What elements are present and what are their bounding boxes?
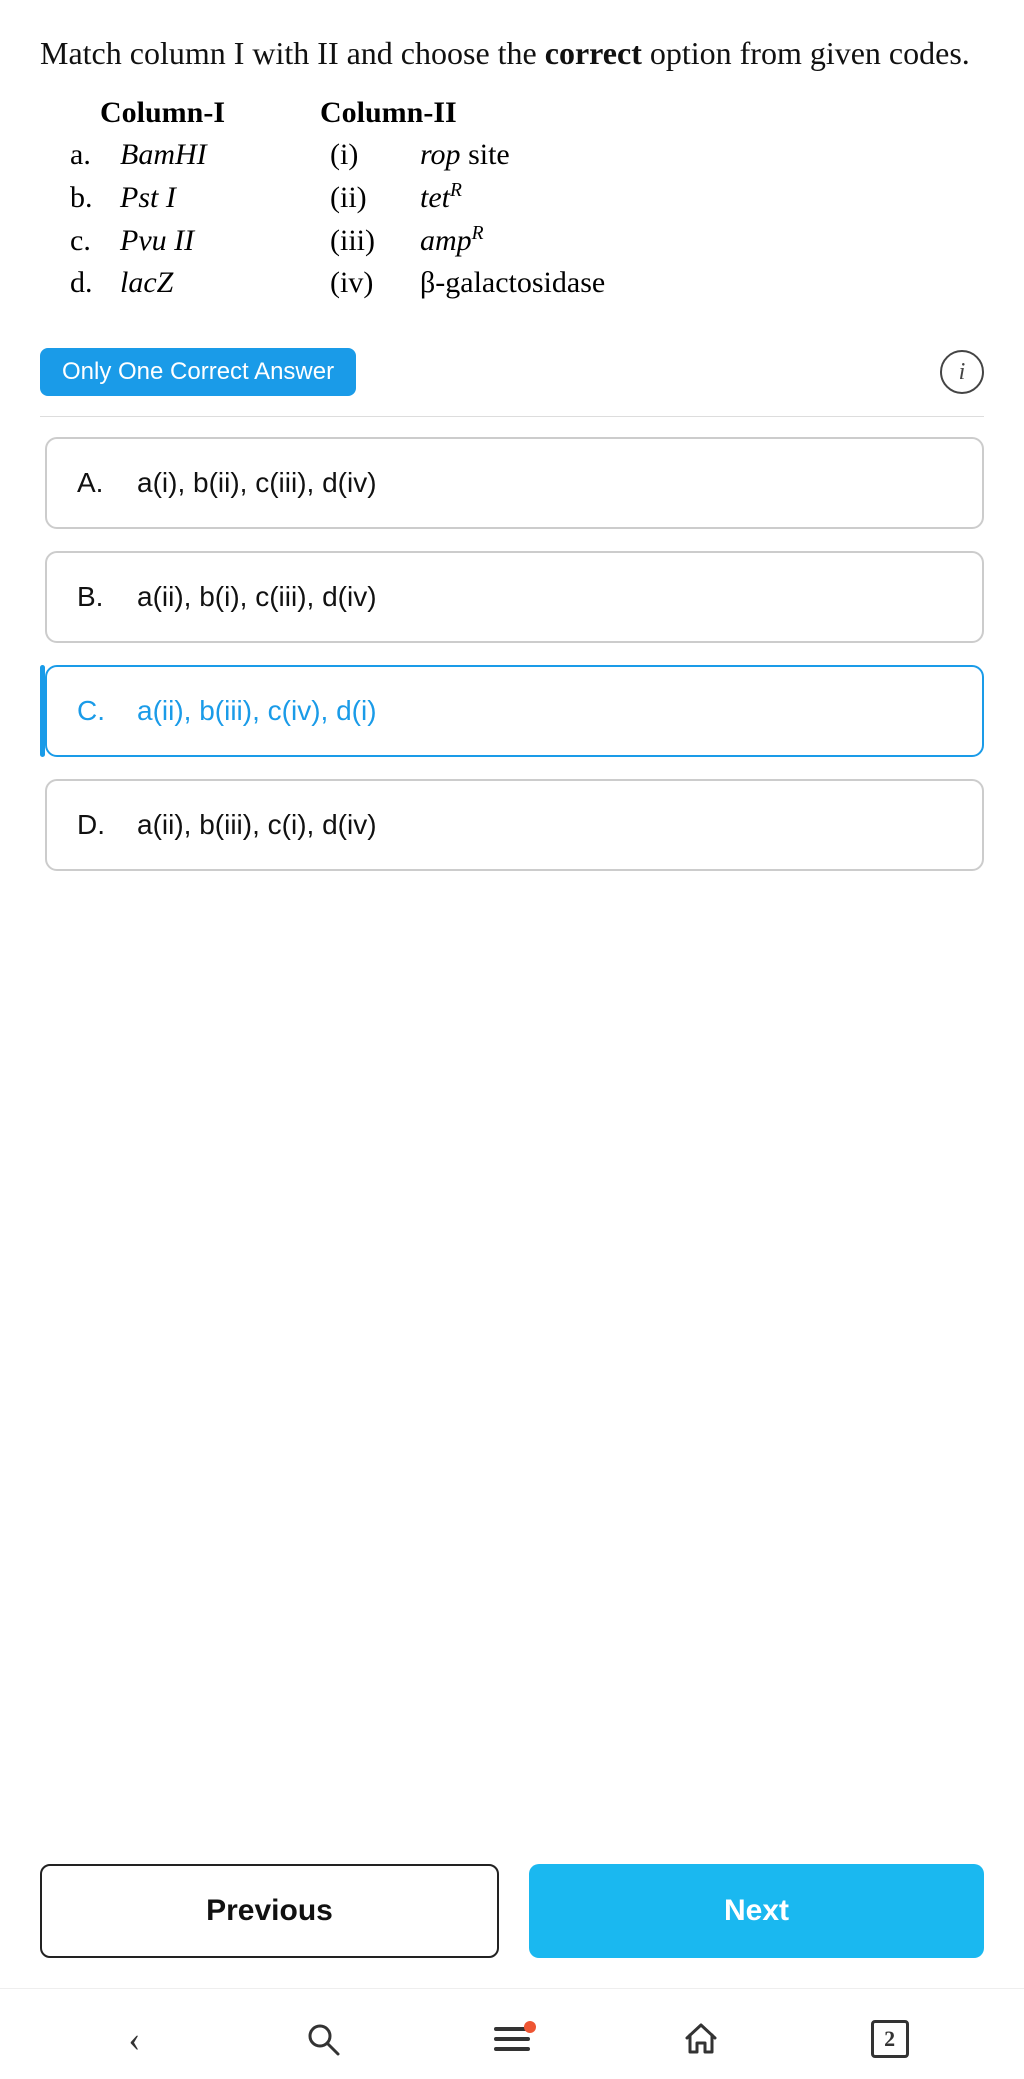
row-c-letter: c. [70, 224, 120, 258]
nav-back-item[interactable]: ‹ [104, 2009, 164, 2069]
column2-header: Column-II [320, 96, 457, 130]
section-divider [40, 416, 984, 417]
row-b: b. Pst I (ii) tetR [70, 180, 984, 215]
bottom-nav-bar: ‹ 2 [0, 1988, 1024, 2079]
option-a-wrapper: A. a(i), b(ii), c(iii), d(iv) [40, 437, 984, 529]
row-a: a. BamHI (i) rop site [70, 138, 984, 172]
column1-header: Column-I [100, 96, 320, 130]
row-a-col2-val: rop site [420, 138, 510, 172]
option-b-wrapper: B. a(ii), b(i), c(iii), d(iv) [40, 551, 984, 643]
next-button[interactable]: Next [529, 1864, 984, 1958]
nav-section: Previous Next [0, 1834, 1024, 1988]
row-c-col2-val: ampR [420, 223, 484, 258]
row-c: c. Pvu II (iii) ampR [70, 223, 984, 258]
option-c-wrapper: C. a(ii), b(iii), c(iv), d(i) [40, 665, 984, 757]
home-icon [682, 2020, 720, 2058]
row-b-col2-num: (ii) [330, 181, 420, 215]
row-c-col2-num: (iii) [330, 224, 420, 258]
bold-correct: correct [545, 35, 642, 71]
nav-home-item[interactable] [671, 2009, 731, 2069]
option-a-label: A. [77, 467, 117, 499]
menu-line-3 [494, 2047, 530, 2051]
option-d-text: a(ii), b(iii), c(i), d(iv) [137, 809, 377, 841]
option-d-wrapper: D. a(ii), b(iii), c(i), d(iv) [40, 779, 984, 871]
row-c-col1: Pvu II [120, 224, 330, 258]
nav-search-item[interactable] [293, 2009, 353, 2069]
option-c-label: C. [77, 695, 117, 727]
row-b-col2-val: tetR [420, 180, 462, 215]
columns-headers-row: Column-I Column-II [100, 96, 984, 130]
row-b-col1: Pst I [120, 181, 330, 215]
badge-row: Only One Correct Answer i [0, 328, 1024, 406]
option-d-label: D. [77, 809, 117, 841]
search-icon [305, 2021, 341, 2057]
option-c[interactable]: C. a(ii), b(iii), c(iv), d(i) [45, 665, 984, 757]
option-d[interactable]: D. a(ii), b(iii), c(i), d(iv) [45, 779, 984, 871]
question-section: Match column I with II and choose the co… [0, 0, 1024, 328]
option-a-text: a(i), b(ii), c(iii), d(iv) [137, 467, 377, 499]
option-b-text: a(ii), b(i), c(iii), d(iv) [137, 581, 377, 613]
nav-box-item[interactable]: 2 [860, 2009, 920, 2069]
previous-button[interactable]: Previous [40, 1864, 499, 1958]
row-b-letter: b. [70, 181, 120, 215]
row-a-letter: a. [70, 138, 120, 172]
row-d-col2-val: β-galactosidase [420, 266, 605, 300]
menu-dot [524, 2021, 536, 2033]
row-d-col1: lacZ [120, 266, 330, 300]
menu-line-2 [494, 2037, 530, 2041]
nav-menu-item[interactable] [482, 2009, 542, 2069]
option-b-label: B. [77, 581, 117, 613]
row-a-col1: BamHI [120, 138, 330, 172]
info-icon[interactable]: i [940, 350, 984, 394]
box-number: 2 [884, 2026, 895, 2052]
row-d-col2-num: (iv) [330, 266, 420, 300]
row-a-col2-num: (i) [330, 138, 420, 172]
option-a[interactable]: A. a(i), b(ii), c(iii), d(iv) [45, 437, 984, 529]
menu-icon [494, 2027, 530, 2051]
option-b[interactable]: B. a(ii), b(i), c(iii), d(iv) [45, 551, 984, 643]
answer-type-badge[interactable]: Only One Correct Answer [40, 348, 356, 396]
row-d: d. lacZ (iv) β-galactosidase [70, 266, 984, 300]
columns-table: Column-I Column-II a. BamHI (i) rop site… [70, 96, 984, 300]
question-text: Match column I with II and choose the co… [40, 30, 984, 76]
page-container: Match column I with II and choose the co… [0, 0, 1024, 2079]
box-icon: 2 [871, 2020, 909, 2058]
row-d-letter: d. [70, 266, 120, 300]
option-c-text: a(ii), b(iii), c(iv), d(i) [137, 695, 377, 727]
back-icon: ‹ [128, 2018, 140, 2060]
options-section: A. a(i), b(ii), c(iii), d(iv) B. a(ii), … [0, 427, 1024, 891]
